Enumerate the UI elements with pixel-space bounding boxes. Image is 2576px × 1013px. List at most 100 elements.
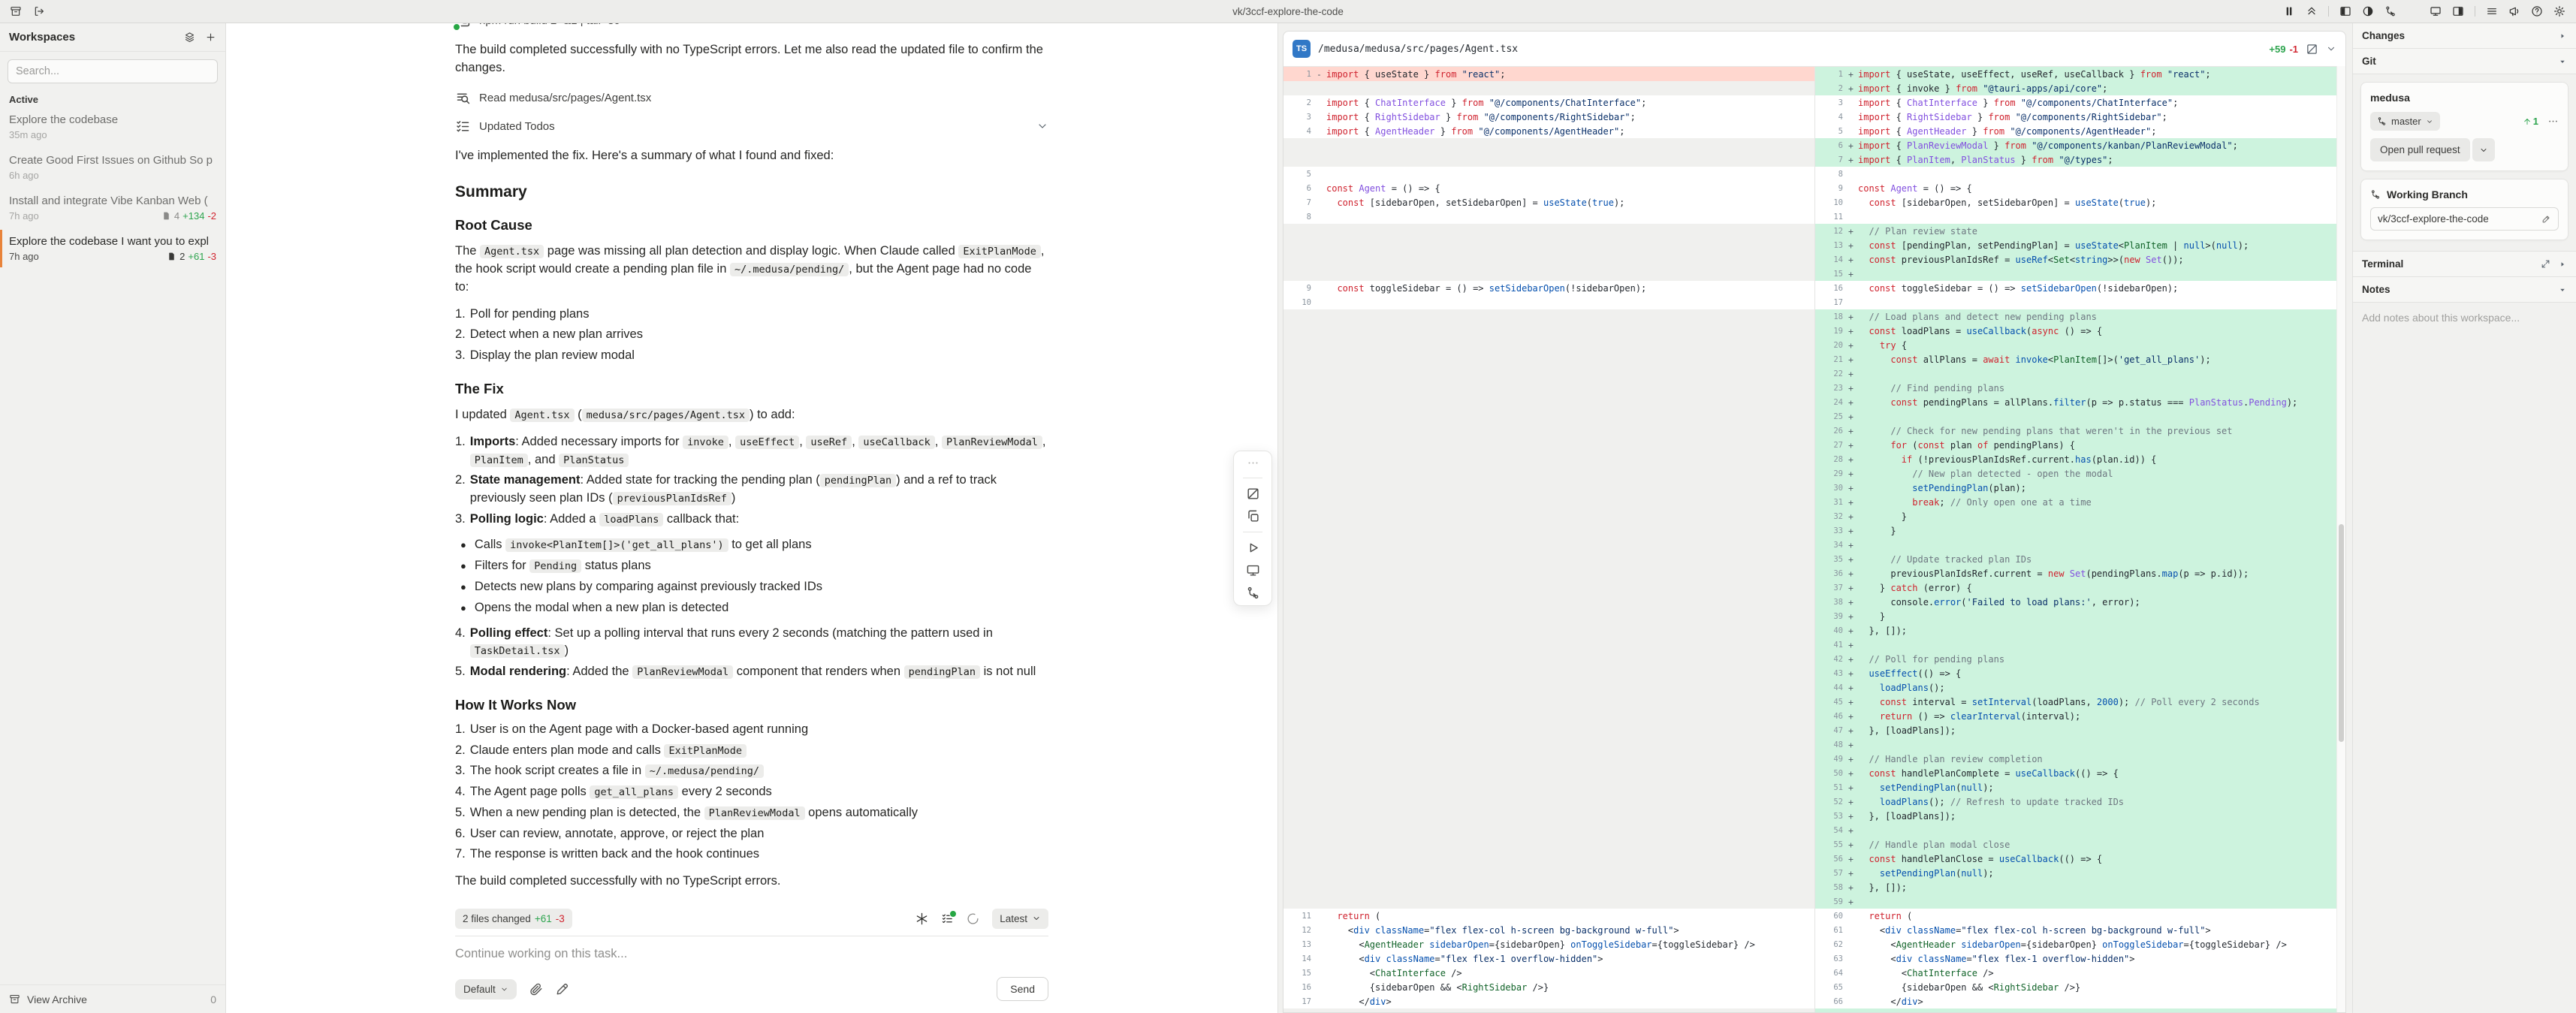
panel-left-icon[interactable]	[2339, 5, 2351, 17]
tool-call-row[interactable]: Read medusa/src/pages/Agent.tsx	[455, 90, 1048, 106]
split-diff-toggle-icon[interactable]	[2306, 43, 2318, 56]
chevron-down-icon[interactable]	[1036, 120, 1048, 132]
notes-section-header[interactable]: Notes	[2353, 277, 2576, 303]
help-icon[interactable]	[2531, 5, 2543, 17]
git-section-header[interactable]: Git	[2353, 49, 2576, 74]
settings-icon[interactable]	[2553, 5, 2565, 17]
archive-icon[interactable]	[10, 5, 22, 17]
workspace-item[interactable]: Create Good First Issues on Github So p6…	[0, 147, 225, 188]
diff-filler	[1283, 338, 1814, 352]
scrollbar-thumb[interactable]	[2339, 524, 2344, 742]
diff-line: 56+ const handlePlanClose = useCallback(…	[1814, 852, 2345, 866]
collapse-file-icon[interactable]	[2326, 44, 2336, 54]
edit-icon[interactable]	[2541, 214, 2551, 224]
diff-filler	[1283, 695, 1814, 709]
panel-right-icon[interactable]	[2452, 5, 2464, 17]
workspace-title: Explore the codebase	[9, 113, 216, 126]
files-changed-chip[interactable]: 2 files changed +61 -3	[455, 909, 572, 929]
annotate-icon[interactable]	[556, 982, 569, 996]
line-number: 23	[1815, 384, 1848, 393]
line-number: 43	[1815, 669, 1848, 678]
workspace-item[interactable]: Explore the codebase 35m ago	[0, 107, 225, 147]
chat-bottom: 2 files changed +61 -3 Latest Continue w…	[455, 901, 1048, 1013]
workspace-item[interactable]: Explore the codebase I want you to expl7…	[0, 228, 225, 269]
diff-card: TS /medusa/medusa/src/pages/Agent.tsx +5…	[1283, 31, 2346, 1013]
diff-filler	[1283, 224, 1814, 238]
code-text: }	[1858, 526, 1896, 536]
diff-filler	[1283, 466, 1814, 481]
chat-scroll-area[interactable]: npm run build 2>&1 | tail -80The build c…	[226, 23, 1277, 901]
repo-card: medusa master 1 Open pull request	[2360, 82, 2568, 171]
add-workspace-icon[interactable]	[205, 32, 216, 43]
inline-code: PlanItem	[470, 454, 528, 467]
mode-select[interactable]: Default	[455, 979, 517, 999]
run-icon[interactable]	[1246, 541, 1260, 555]
diff-filler	[1283, 709, 1814, 723]
diff-file-header[interactable]: TS /medusa/medusa/src/pages/Agent.tsx +5…	[1283, 32, 2345, 67]
search-input[interactable]	[8, 59, 218, 83]
menu-icon[interactable]	[2486, 5, 2498, 17]
diff-filler	[1283, 538, 1814, 552]
preview-icon[interactable]	[1246, 563, 1260, 577]
layers-icon[interactable]	[184, 32, 195, 43]
workspace-time: 35m ago	[9, 129, 47, 140]
branch-select[interactable]: master	[2370, 112, 2440, 131]
paragraph: I updated Agent.tsx (medusa/src/pages/Ag…	[455, 406, 1048, 424]
changes-section-header[interactable]: Changes	[2353, 23, 2576, 49]
diff-line: 52+ loadPlans(); // Refresh to update tr…	[1814, 794, 2345, 809]
monitor-icon[interactable]	[2430, 5, 2442, 17]
message-input[interactable]: Continue working on this task...	[455, 947, 1048, 977]
line-number: 44	[1815, 683, 1848, 692]
text: , and	[528, 453, 559, 466]
workspace-item[interactable]: Install and integrate Vibe Kanban Web (7…	[0, 188, 225, 228]
open-pull-request-button[interactable]: Open pull request	[2370, 138, 2470, 161]
active-section-label: Active	[0, 85, 225, 107]
diff-line: 23+ // Find pending plans	[1814, 381, 2345, 395]
tool-call-row[interactable]: npm run build 2>&1 | tail -80	[455, 23, 1048, 29]
notes-input[interactable]: Add notes about this workspace...	[2353, 303, 2576, 333]
diff-body[interactable]: 1-import { useState } from "react";1+imp…	[1283, 67, 2345, 1013]
list-marker: 7.	[455, 846, 466, 864]
diff-view-icon[interactable]	[1246, 487, 1260, 501]
git-icon[interactable]	[1246, 586, 1260, 600]
status-dot	[452, 23, 461, 32]
send-button[interactable]: Send	[997, 977, 1048, 1001]
chevrons-up-icon[interactable]	[2306, 5, 2318, 17]
context-icon[interactable]	[915, 912, 928, 925]
diff-filler	[1283, 566, 1814, 580]
line-number: 19	[1815, 327, 1848, 336]
pr-options-button[interactable]	[2472, 138, 2495, 161]
git-icon[interactable]	[2384, 5, 2397, 17]
attach-icon[interactable]	[529, 982, 543, 996]
terminal-icon[interactable]	[2407, 5, 2419, 17]
line-number: 5	[1283, 170, 1317, 179]
expand-icon[interactable]	[2541, 259, 2550, 269]
copy-icon[interactable]	[1246, 509, 1260, 523]
terminal-section-header[interactable]: Terminal	[2353, 252, 2576, 277]
model-version-select[interactable]: Latest	[992, 909, 1048, 929]
tool-call-row[interactable]: Updated Todos	[455, 119, 1048, 134]
view-archive-button[interactable]: View Archive 0	[0, 984, 225, 1013]
line-number: 16	[1815, 284, 1848, 293]
list-marker: 3.	[455, 511, 466, 529]
more-actions-icon[interactable]	[2547, 116, 2559, 127]
line-number: 2	[1815, 84, 1848, 93]
inline-code: ~/.medusa/pending/	[645, 764, 764, 778]
theme-toggle-icon[interactable]	[2362, 5, 2374, 17]
diff-row: 56+ const handlePlanClose = useCallback(…	[1283, 852, 2345, 866]
pause-icon[interactable]	[2283, 5, 2295, 17]
diff-marker: +	[1848, 640, 1858, 650]
view-archive-label: View Archive	[27, 993, 87, 1005]
code-text: import { PlanReviewModal } from "@/compo…	[1858, 140, 2238, 151]
diff-marker: +	[1848, 725, 1858, 736]
diff-scrollbar[interactable]	[2336, 66, 2345, 1012]
collapse-sidebar-icon[interactable]	[33, 5, 45, 17]
diff-line: 36+ previousPlanIdsRef.current = new Set…	[1814, 566, 2345, 580]
todos-status-icon[interactable]	[941, 912, 954, 925]
drag-handle-icon[interactable]	[1247, 457, 1259, 469]
diff-filler	[1283, 852, 1814, 866]
line-number: 14	[1283, 954, 1317, 963]
working-branch-field[interactable]: vk/3ccf-explore-the-code	[2370, 207, 2559, 231]
line-number: 64	[1815, 969, 1848, 978]
announcements-icon[interactable]	[2508, 5, 2520, 17]
